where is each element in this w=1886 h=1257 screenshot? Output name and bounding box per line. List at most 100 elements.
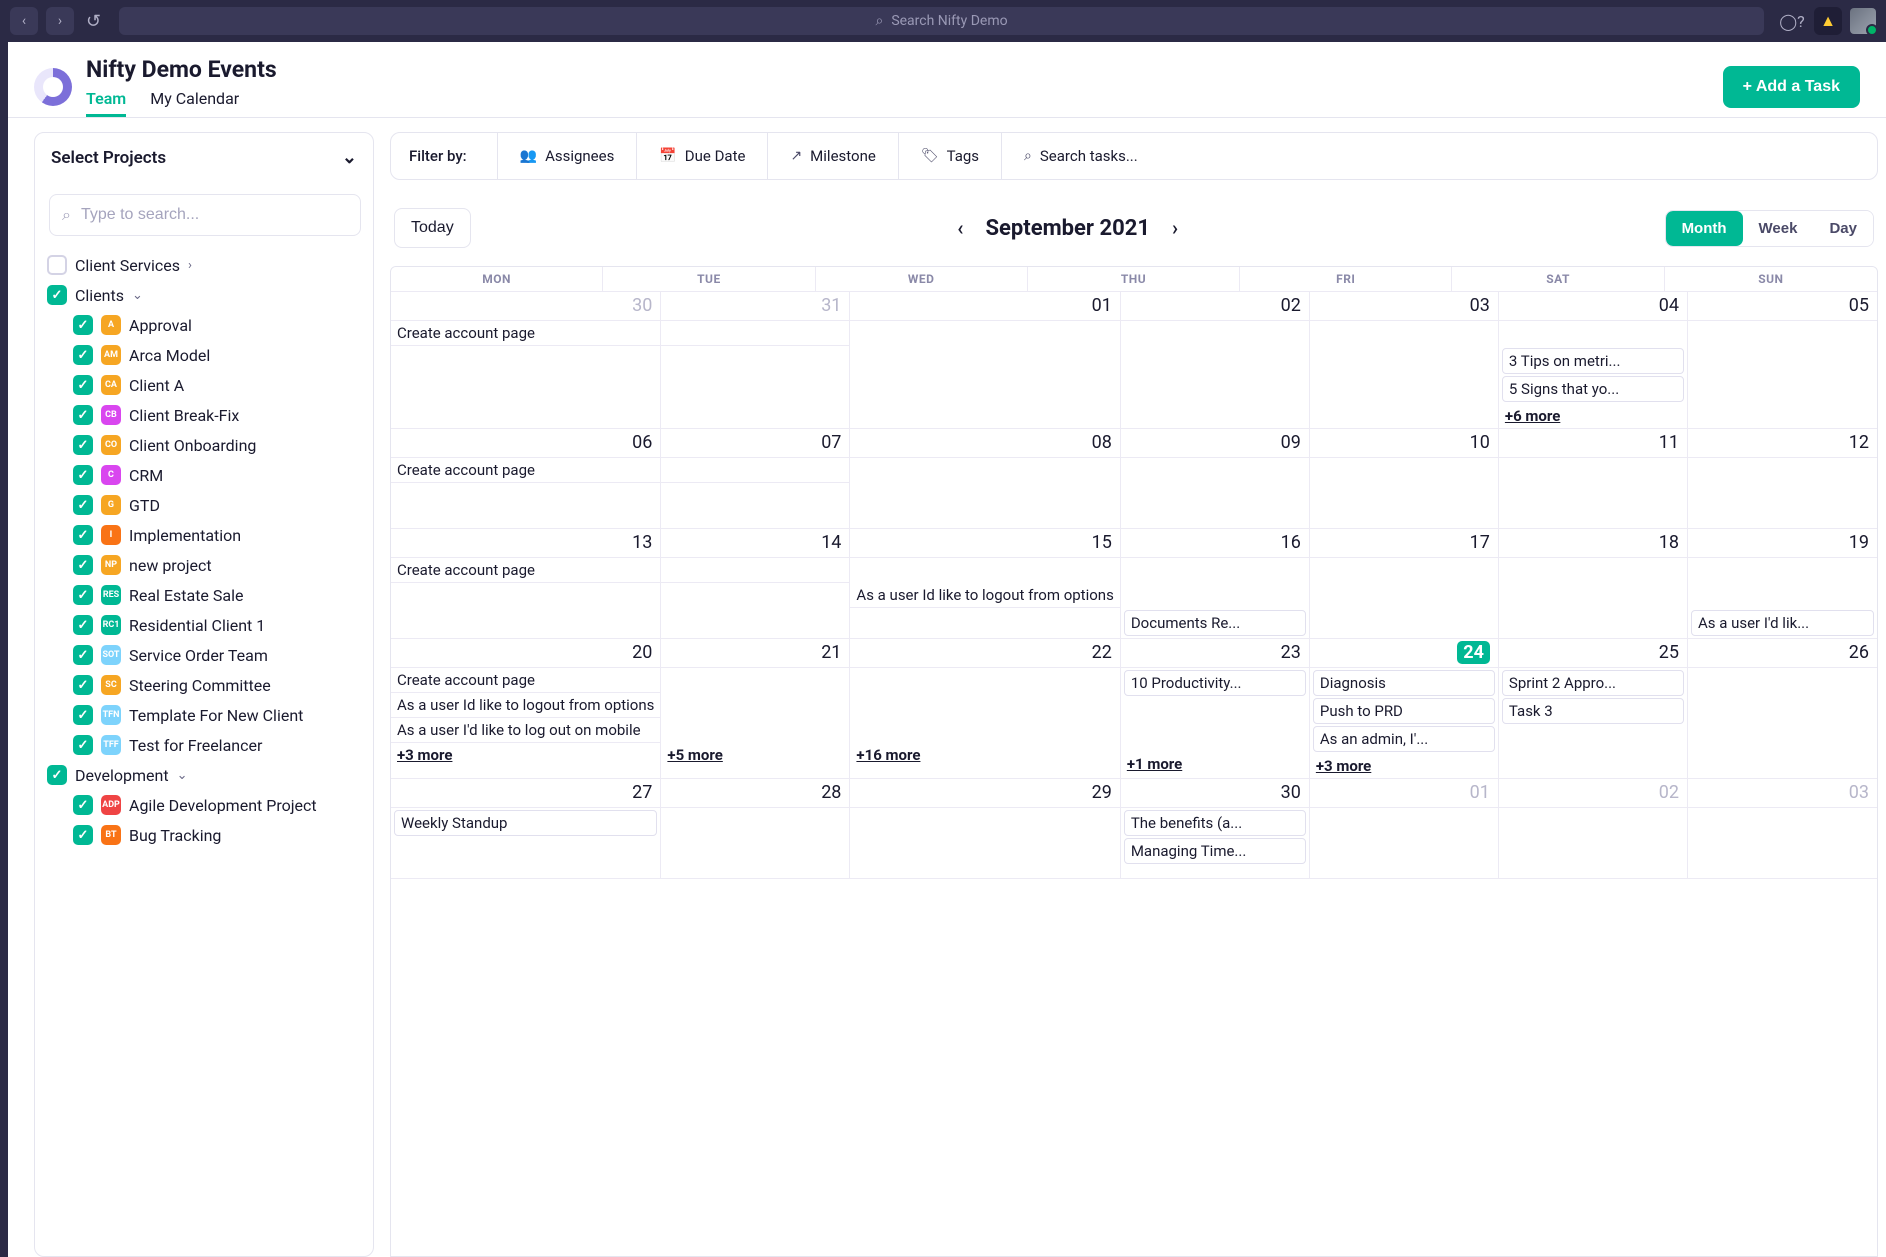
event[interactable]: Diagnosis [1313, 670, 1495, 696]
event[interactable]: As a user I'd like to log out on mobile [391, 718, 660, 743]
event[interactable]: As a user Id like to logout from options [391, 693, 660, 718]
event[interactable]: Push to PRD [1313, 698, 1495, 724]
filter-assignees[interactable]: 👥Assignees [497, 133, 637, 179]
more-link[interactable]: +1 more [1121, 752, 1309, 776]
event-span[interactable] [661, 458, 849, 483]
calendar-cell[interactable]: 01 [1310, 779, 1499, 879]
add-task-button[interactable]: + Add a Task [1723, 66, 1860, 108]
help-icon[interactable]: ◯? [1778, 7, 1806, 35]
tab-my-calendar[interactable]: My Calendar [150, 89, 239, 117]
event[interactable]: As a user I'd lik... [1691, 610, 1874, 636]
filter-due-date[interactable]: 📅Due Date [636, 133, 767, 179]
checkbox[interactable] [73, 615, 93, 635]
next-month-button[interactable]: › [1172, 216, 1178, 240]
event[interactable]: Create account page [391, 558, 660, 583]
user-avatar[interactable] [1850, 8, 1876, 34]
event[interactable]: As an admin, I'... [1313, 726, 1495, 752]
nav-back-button[interactable]: ‹ [10, 7, 38, 35]
group-development[interactable]: Development ⌄ [45, 760, 365, 790]
project-realestate[interactable]: RES Real Estate Sale [45, 580, 365, 610]
view-month-button[interactable]: Month [1666, 211, 1743, 246]
checkbox[interactable] [73, 525, 93, 545]
calendar-cell[interactable]: 07 [661, 429, 850, 529]
event[interactable]: Documents Re... [1124, 610, 1306, 636]
checkbox[interactable] [73, 735, 93, 755]
calendar-cell[interactable]: 28 [661, 779, 850, 879]
calendar-cell[interactable]: 13 Create account page [391, 529, 661, 639]
event[interactable]: Weekly Standup [394, 810, 657, 836]
calendar-cell[interactable]: 21 +5 more [661, 639, 850, 779]
calendar-cell[interactable]: 06 Create account page [391, 429, 661, 529]
calendar-cell[interactable]: 14 [661, 529, 850, 639]
calendar-cell[interactable]: 24 DiagnosisPush to PRDAs an admin, I'..… [1310, 639, 1499, 779]
view-day-button[interactable]: Day [1813, 211, 1873, 246]
checkbox[interactable] [73, 375, 93, 395]
calendar-cell[interactable]: 18 [1499, 529, 1688, 639]
calendar-cell[interactable]: 08 [850, 429, 1120, 529]
project-impl[interactable]: I Implementation [45, 520, 365, 550]
more-link[interactable]: +16 more [850, 743, 1119, 767]
calendar-cell[interactable]: 17 [1310, 529, 1499, 639]
prev-month-button[interactable]: ‹ [957, 216, 963, 240]
calendar-cell[interactable]: 03 [1688, 779, 1877, 879]
event[interactable]: Create account page [391, 668, 660, 693]
project-approval[interactable]: A Approval [45, 310, 365, 340]
calendar-cell[interactable]: 15 As a user Id like to logout from opti… [850, 529, 1120, 639]
project-steering[interactable]: SC Steering Committee [45, 670, 365, 700]
checkbox[interactable] [73, 585, 93, 605]
project-onboard[interactable]: CO Client Onboarding [45, 430, 365, 460]
group-client-services[interactable]: Client Services › [45, 250, 365, 280]
project-sot[interactable]: SOT Service Order Team [45, 640, 365, 670]
calendar-cell[interactable]: 03 [1310, 292, 1499, 429]
checkbox[interactable] [73, 465, 93, 485]
filter-milestone[interactable]: ↗Milestone [767, 133, 897, 179]
project-crm[interactable]: C CRM [45, 460, 365, 490]
history-icon[interactable]: ↺ [86, 11, 101, 32]
project-search[interactable]: ⌕ [49, 194, 361, 236]
more-link[interactable]: +5 more [661, 743, 849, 767]
calendar-cell[interactable]: 16 Documents Re... [1121, 529, 1310, 639]
project-breakfix[interactable]: CB Client Break-Fix [45, 400, 365, 430]
event-span[interactable] [661, 558, 849, 583]
calendar-cell[interactable]: 30 The benefits (a...Managing Time... [1121, 779, 1310, 879]
checkbox[interactable] [73, 675, 93, 695]
project-search-input[interactable] [81, 206, 348, 224]
checkbox[interactable] [73, 345, 93, 365]
checkbox[interactable] [73, 435, 93, 455]
today-button[interactable]: Today [394, 208, 471, 248]
view-week-button[interactable]: Week [1743, 211, 1814, 246]
filter-search-tasks[interactable]: ⌕Search tasks... [1001, 133, 1859, 179]
project-gtd[interactable]: G GTD [45, 490, 365, 520]
checkbox[interactable] [73, 495, 93, 515]
more-link[interactable]: +6 more [1499, 404, 1687, 428]
calendar-cell[interactable]: 04 3 Tips on metri...5 Signs that yo...+… [1499, 292, 1688, 429]
calendar-cell[interactable]: 20 Create account pageAs a user Id like … [391, 639, 661, 779]
event[interactable]: 10 Productivity... [1124, 670, 1306, 696]
filter-tags[interactable]: 🏷Tags [898, 133, 1001, 179]
calendar-cell[interactable]: 12 [1688, 429, 1877, 529]
calendar-cell[interactable]: 09 [1121, 429, 1310, 529]
calendar-cell[interactable]: 19 As a user I'd lik... [1688, 529, 1877, 639]
project-bug[interactable]: BT Bug Tracking [45, 820, 365, 850]
event[interactable]: Managing Time... [1124, 838, 1306, 864]
checkbox[interactable] [73, 555, 93, 575]
checkbox[interactable] [73, 825, 93, 845]
checkbox[interactable] [73, 705, 93, 725]
more-link[interactable]: +3 more [1310, 754, 1498, 778]
nav-forward-button[interactable]: › [46, 7, 74, 35]
calendar-cell[interactable]: 05 [1688, 292, 1877, 429]
event-span[interactable] [661, 321, 849, 346]
event[interactable]: Create account page [391, 458, 660, 483]
calendar-cell[interactable]: 02 [1499, 779, 1688, 879]
event[interactable]: Create account page [391, 321, 660, 346]
event[interactable]: 3 Tips on metri... [1502, 348, 1684, 374]
project-clienta[interactable]: CA Client A [45, 370, 365, 400]
event[interactable]: 5 Signs that yo... [1502, 376, 1684, 402]
event[interactable]: Sprint 2 Appro... [1502, 670, 1684, 696]
calendar-cell[interactable]: 02 [1121, 292, 1310, 429]
calendar-cell[interactable]: 31 [661, 292, 850, 429]
event[interactable]: The benefits (a... [1124, 810, 1306, 836]
calendar-cell[interactable]: 23 10 Productivity...+1 more [1121, 639, 1310, 779]
event[interactable]: As a user Id like to logout from options [850, 583, 1119, 608]
checkbox[interactable] [73, 795, 93, 815]
